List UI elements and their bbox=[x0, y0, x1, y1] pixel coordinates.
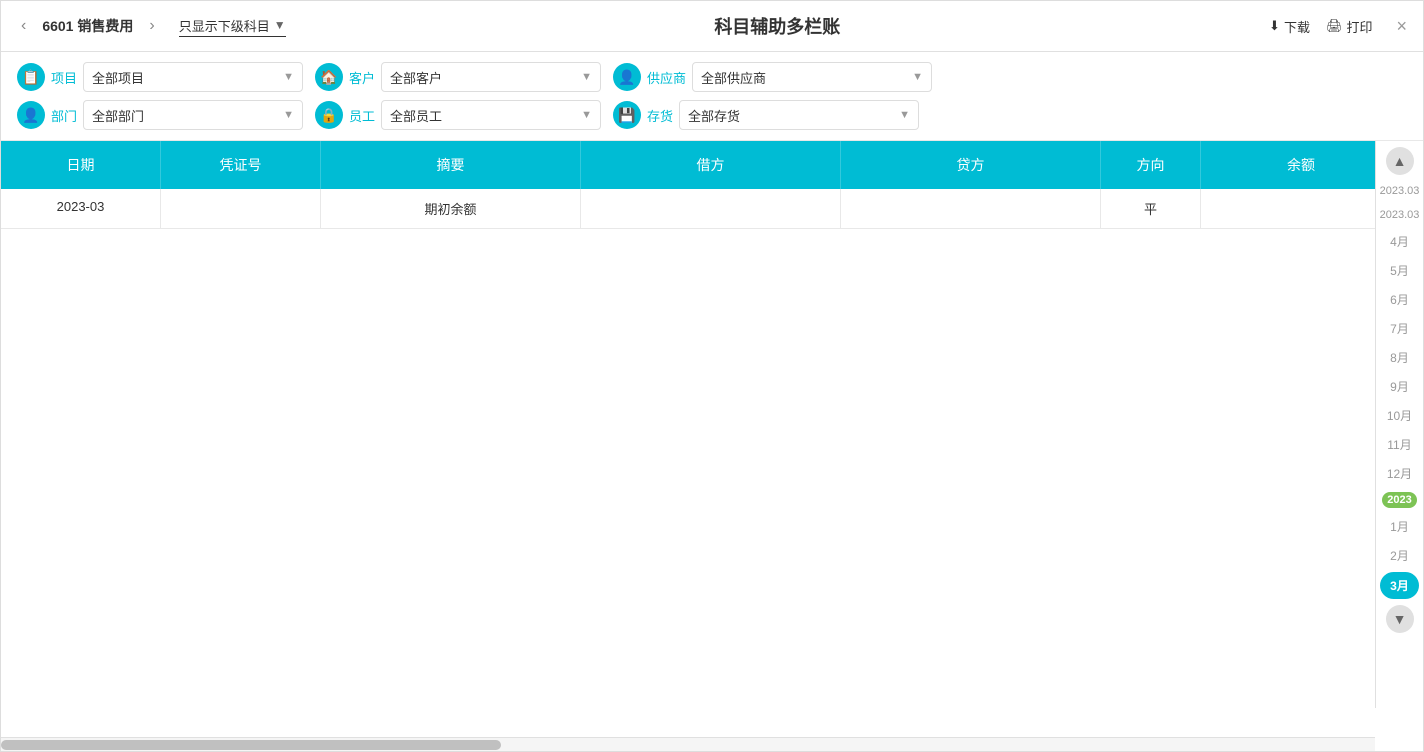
cell-direction: 平 bbox=[1101, 189, 1201, 228]
cell-debit bbox=[581, 189, 841, 228]
project-value: 全部项目 bbox=[92, 68, 144, 87]
dept-value: 全部部门 bbox=[92, 106, 144, 125]
supplier-label: 供应商 bbox=[647, 68, 686, 87]
supplier-value: 全部供应商 bbox=[701, 68, 766, 87]
customer-icon: 🏠 bbox=[315, 63, 343, 91]
timeline-item-8[interactable]: 8月 bbox=[1376, 343, 1423, 372]
project-select[interactable]: 全部项目 ▼ bbox=[83, 62, 303, 92]
timeline-item-9[interactable]: 9月 bbox=[1376, 372, 1423, 401]
filter-area: 📋 项目 全部项目 ▼ 🏠 客户 全部客户 ▼ 👤 供应商 全部供应 bbox=[1, 52, 1423, 141]
inventory-label: 存货 bbox=[647, 106, 673, 125]
table-header: 日期 凭证号 摘要 借方 贷方 方向 余额 bbox=[1, 141, 1375, 189]
employee-value: 全部员工 bbox=[390, 106, 442, 125]
timeline-nav-up[interactable]: ▲ bbox=[1386, 147, 1414, 175]
customer-value: 全部客户 bbox=[390, 68, 442, 87]
print-icon: 🖨 bbox=[1326, 18, 1343, 34]
filter-customer: 🏠 客户 全部客户 ▼ bbox=[315, 62, 601, 92]
inventory-arrow-icon: ▼ bbox=[899, 109, 910, 121]
filter-project: 📋 项目 全部项目 ▼ bbox=[17, 62, 303, 92]
nav-next-button[interactable]: › bbox=[145, 15, 158, 37]
nav-prev-button[interactable]: ‹ bbox=[17, 15, 30, 37]
filter-row-1: 📋 项目 全部项目 ▼ 🏠 客户 全部客户 ▼ 👤 供应商 全部供应 bbox=[17, 62, 1407, 92]
filter-employee: 🔒 员工 全部员工 ▼ bbox=[315, 100, 601, 130]
header-balance: 余额 bbox=[1201, 141, 1375, 189]
print-button[interactable]: 🖨 打印 bbox=[1326, 17, 1373, 36]
project-icon: 📋 bbox=[17, 63, 45, 91]
employee-label: 员工 bbox=[349, 106, 375, 125]
print-label: 打印 bbox=[1346, 17, 1372, 36]
dept-select[interactable]: 全部部门 ▼ bbox=[83, 100, 303, 130]
show-sub-toggle[interactable]: 只显示下级科目 ▼ bbox=[179, 16, 286, 37]
customer-select[interactable]: 全部客户 ▼ bbox=[381, 62, 601, 92]
timeline-item-2[interactable]: 2月 bbox=[1376, 541, 1423, 570]
timeline-item-3-active[interactable]: 3月 bbox=[1380, 572, 1419, 599]
supplier-select[interactable]: 全部供应商 ▼ bbox=[692, 62, 932, 92]
timeline-item-11[interactable]: 11月 bbox=[1376, 430, 1423, 459]
header-summary: 摘要 bbox=[321, 141, 581, 189]
table-container: 日期 凭证号 摘要 借方 贷方 方向 余额 2023-03 期初余额 平 bbox=[1, 141, 1375, 708]
timeline-item-6[interactable]: 6月 bbox=[1376, 285, 1423, 314]
show-sub-arrow-icon: ▼ bbox=[274, 18, 286, 32]
employee-arrow-icon: ▼ bbox=[581, 109, 592, 121]
download-icon: ⬇ bbox=[1269, 18, 1280, 34]
filter-dept: 👤 部门 全部部门 ▼ bbox=[17, 100, 303, 130]
customer-label: 客户 bbox=[349, 68, 375, 87]
scrollbar-thumb[interactable] bbox=[1, 740, 501, 750]
filter-inventory: 💾 存货 全部存货 ▼ bbox=[613, 100, 919, 130]
close-button[interactable]: × bbox=[1396, 16, 1407, 37]
employee-select[interactable]: 全部员工 ▼ bbox=[381, 100, 601, 130]
header-voucher: 凭证号 bbox=[161, 141, 321, 189]
project-arrow-icon: ▼ bbox=[283, 71, 294, 83]
timeline-nav-down[interactable]: ▼ bbox=[1386, 605, 1414, 633]
filter-supplier: 👤 供应商 全部供应商 ▼ bbox=[613, 62, 932, 92]
timeline-panel: ▲ 2023.03 2023.03 4月 5月 6月 7月 8月 9月 10月 … bbox=[1375, 141, 1423, 708]
supplier-icon: 👤 bbox=[613, 63, 641, 91]
dept-label: 部门 bbox=[51, 106, 77, 125]
header-date: 日期 bbox=[1, 141, 161, 189]
project-label: 项目 bbox=[51, 68, 77, 87]
timeline-item-2023-03-1[interactable]: 2023.03 bbox=[1376, 179, 1423, 203]
table-body: 2023-03 期初余额 平 bbox=[1, 189, 1375, 229]
cell-balance bbox=[1201, 189, 1375, 228]
supplier-arrow-icon: ▼ bbox=[912, 71, 923, 83]
customer-arrow-icon: ▼ bbox=[581, 71, 592, 83]
horizontal-scrollbar[interactable] bbox=[1, 737, 1375, 751]
timeline-item-4[interactable]: 4月 bbox=[1376, 227, 1423, 256]
header-direction: 方向 bbox=[1101, 141, 1201, 189]
main-window: ‹ 6601 销售费用 › 只显示下级科目 ▼ 科目辅助多栏账 ⬇ 下载 🖨 打… bbox=[0, 0, 1424, 752]
show-sub-label: 只显示下级科目 bbox=[179, 16, 270, 35]
header-debit: 借方 bbox=[581, 141, 841, 189]
cell-date: 2023-03 bbox=[1, 189, 161, 228]
timeline-item-7[interactable]: 7月 bbox=[1376, 314, 1423, 343]
timeline-item-12[interactable]: 12月 bbox=[1376, 459, 1423, 488]
inventory-select[interactable]: 全部存货 ▼ bbox=[679, 100, 919, 130]
download-button[interactable]: ⬇ 下载 bbox=[1269, 17, 1310, 36]
cell-voucher bbox=[161, 189, 321, 228]
timeline-item-5[interactable]: 5月 bbox=[1376, 256, 1423, 285]
header-credit: 贷方 bbox=[841, 141, 1101, 189]
download-label: 下载 bbox=[1284, 17, 1310, 36]
timeline-year-badge: 2023 bbox=[1382, 492, 1416, 508]
top-bar: ‹ 6601 销售费用 › 只显示下级科目 ▼ 科目辅助多栏账 ⬇ 下载 🖨 打… bbox=[1, 1, 1423, 52]
account-code: 6601 销售费用 bbox=[42, 16, 133, 36]
timeline-year-row: 2023 bbox=[1376, 488, 1423, 512]
inventory-icon: 💾 bbox=[613, 101, 641, 129]
timeline-item-1[interactable]: 1月 bbox=[1376, 512, 1423, 541]
timeline-item-10[interactable]: 10月 bbox=[1376, 401, 1423, 430]
cell-credit bbox=[841, 189, 1101, 228]
dept-arrow-icon: ▼ bbox=[283, 109, 294, 121]
inventory-value: 全部存货 bbox=[688, 106, 740, 125]
employee-icon: 🔒 bbox=[315, 101, 343, 129]
page-title: 科目辅助多栏账 bbox=[298, 13, 1257, 39]
cell-summary: 期初余额 bbox=[321, 189, 581, 228]
timeline-item-2023-03-2[interactable]: 2023.03 bbox=[1376, 203, 1423, 227]
action-buttons: ⬇ 下载 🖨 打印 × bbox=[1269, 16, 1407, 37]
filter-row-2: 👤 部门 全部部门 ▼ 🔒 员工 全部员工 ▼ 💾 存货 全部存货 bbox=[17, 100, 1407, 130]
dept-icon: 👤 bbox=[17, 101, 45, 129]
table-row: 2023-03 期初余额 平 bbox=[1, 189, 1375, 229]
